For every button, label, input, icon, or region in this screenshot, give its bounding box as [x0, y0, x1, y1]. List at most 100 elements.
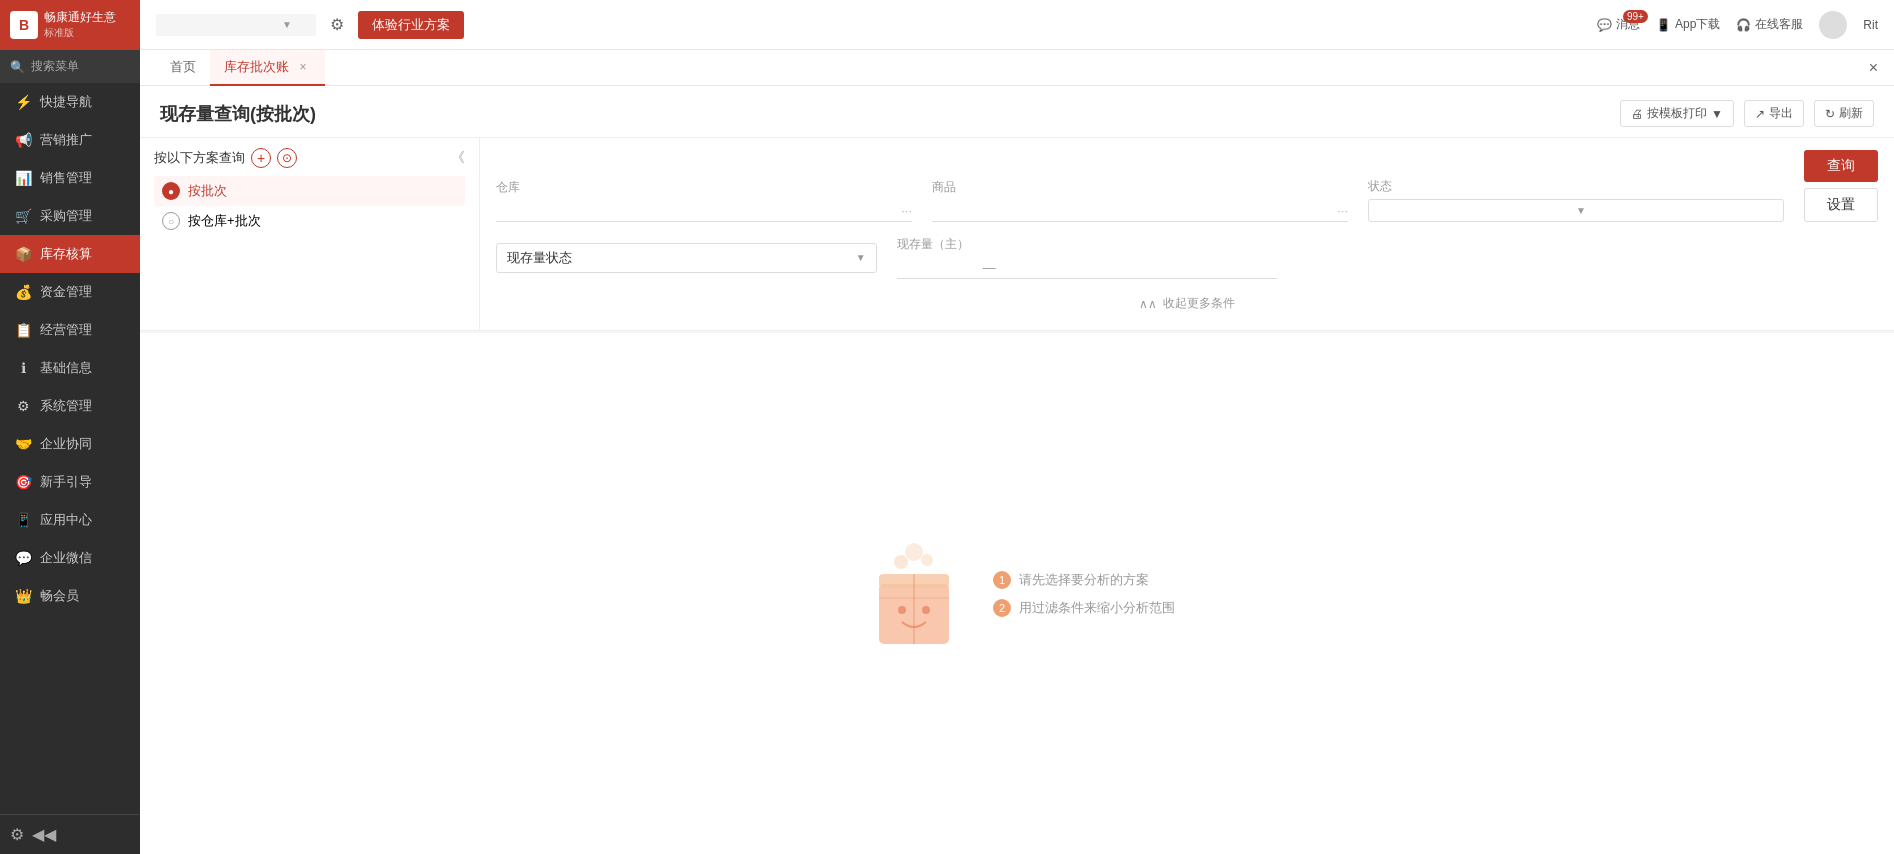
scheme-inactive-icon: ○ [162, 212, 180, 230]
online-service-btn[interactable]: 🎧 在线客服 [1736, 16, 1803, 33]
sidebar-bottom: ⚙ ◀◀ [0, 814, 140, 854]
sidebar-item-purchase[interactable]: 🛒 采购管理 [0, 197, 140, 235]
product-field: 商品 ··· [932, 179, 1348, 222]
app-logo: B [10, 11, 38, 39]
member-icon: 👑 [14, 587, 32, 605]
sidebar-item-member[interactable]: 👑 畅会员 [0, 577, 140, 615]
sidebar-search[interactable]: 🔍 搜索菜单 [0, 50, 140, 83]
status-arrow-icon: ▼ [1576, 205, 1773, 216]
sidebar-item-operations[interactable]: 📋 经营管理 [0, 311, 140, 349]
svg-point-4 [894, 555, 908, 569]
tab-panel-close-btn[interactable]: × [1869, 59, 1878, 77]
inventory-qty-min[interactable] [897, 260, 977, 275]
hint-1-number: 1 [993, 571, 1011, 589]
chevron-up-icon: ∧∧ [1139, 297, 1157, 311]
inventory-status-dropdown[interactable]: 现存量状态 ▼ [496, 243, 877, 273]
topbar-gear-icon[interactable]: ⚙ [330, 15, 344, 34]
refresh-icon: ↻ [1825, 107, 1835, 121]
scheme-by-batch[interactable]: ● 按批次 [154, 176, 465, 206]
inventory-status-field: 现存量状态 ▼ [496, 243, 877, 273]
svg-point-7 [898, 606, 906, 614]
status-label: 状态 [1368, 178, 1784, 195]
message-btn[interactable]: 💬 消息 99+ [1597, 16, 1640, 33]
headset-icon: 🎧 [1736, 18, 1751, 32]
topbar-search-box[interactable]: ▼ [156, 14, 316, 36]
empty-hint-1: 1 请先选择要分析的方案 [993, 571, 1175, 589]
warehouse-field: 仓库 ··· [496, 179, 912, 222]
topbar-chevron-icon[interactable]: ▼ [282, 19, 292, 30]
inventory-qty-field: 现存量（主） — [897, 236, 1278, 279]
inventory-qty-max[interactable] [1002, 260, 1082, 275]
product-input[interactable] [932, 203, 1337, 218]
collapse-more-section: ∧∧ 收起更多条件 [496, 289, 1878, 318]
product-more-btn[interactable]: ··· [1337, 203, 1348, 218]
topbar-search-input[interactable] [166, 18, 276, 32]
sidebar-item-enterprise[interactable]: 🤝 企业协同 [0, 425, 140, 463]
product-input-wrapper[interactable]: ··· [932, 200, 1348, 222]
action-buttons: 查询 设置 [1804, 150, 1878, 222]
inventory-status-value: 现存量状态 [507, 249, 856, 267]
collapse-btn[interactable]: 《 [451, 149, 465, 167]
range-dash: — [983, 260, 996, 275]
scheme-by-warehouse-batch[interactable]: ○ 按仓库+批次 [154, 206, 465, 236]
export-btn[interactable]: ↗ 导出 [1744, 100, 1804, 127]
topbar-right: 💬 消息 99+ 📱 App下载 🎧 在线客服 Rit [1597, 11, 1878, 39]
tab-inventory-batch[interactable]: 库存批次账 × [210, 50, 325, 86]
product-label: 商品 [932, 179, 1348, 196]
settings-btn[interactable]: 设置 [1804, 188, 1878, 222]
scheme-settings-btn[interactable]: ⊙ [277, 148, 297, 168]
sidebar: B 畅康通好生意 标准版 🔍 搜索菜单 ⚡ 快捷导航 📢 营销推广 📊 销售管理… [0, 0, 140, 854]
inventory-status-arrow-icon: ▼ [856, 252, 866, 263]
sidebar-item-basic-info[interactable]: ℹ 基础信息 [0, 349, 140, 387]
status-dropdown[interactable]: ▼ [1368, 199, 1784, 222]
warehouse-input-wrapper[interactable]: ··· [496, 200, 912, 222]
filter-section: 按以下方案查询 + ⊙ 《 ● 按批次 ○ 按仓库+批次 [140, 138, 1894, 331]
system-icon: ⚙ [14, 397, 32, 415]
filter-scheme-panel: 按以下方案查询 + ⊙ 《 ● 按批次 ○ 按仓库+批次 [140, 138, 480, 330]
print-chevron-icon: ▼ [1711, 107, 1723, 121]
page-content: 现存量查询(按批次) 🖨 按模板打印 ▼ ↗ 导出 ↻ 刷新 [140, 86, 1894, 854]
user-avatar[interactable] [1819, 11, 1847, 39]
page-title: 现存量查询(按批次) [160, 102, 316, 126]
query-btn[interactable]: 查询 [1804, 150, 1878, 182]
app-center-icon: 📱 [14, 511, 32, 529]
sidebar-item-wechat[interactable]: 💬 企业微信 [0, 539, 140, 577]
sidebar-item-guide[interactable]: 🎯 新手引导 [0, 463, 140, 501]
add-scheme-btn[interactable]: + [251, 148, 271, 168]
app-download-btn[interactable]: 📱 App下载 [1656, 16, 1720, 33]
sidebar-item-quick-nav[interactable]: ⚡ 快捷导航 [0, 83, 140, 121]
username-label[interactable]: Rit [1863, 18, 1878, 32]
svg-point-8 [922, 606, 930, 614]
collapse-sidebar-icon[interactable]: ◀◀ [32, 825, 56, 844]
warehouse-more-btn[interactable]: ··· [901, 203, 912, 218]
empty-illustration [859, 534, 969, 654]
refresh-btn[interactable]: ↻ 刷新 [1814, 100, 1874, 127]
inventory-qty-range: — [897, 257, 1278, 279]
collapse-more-btn[interactable]: ∧∧ 收起更多条件 [496, 289, 1878, 318]
template-print-btn[interactable]: 🖨 按模板打印 ▼ [1620, 100, 1734, 127]
settings-gear-icon[interactable]: ⚙ [10, 825, 24, 844]
filter-row-2: 现存量状态 ▼ 现存量（主） — [496, 236, 1878, 279]
search-icon: 🔍 [10, 60, 25, 74]
sidebar-menu: ⚡ 快捷导航 📢 营销推广 📊 销售管理 🛒 采购管理 📦 库存核算 💰 资金管… [0, 83, 140, 615]
status-field: 状态 ▼ [1368, 178, 1784, 222]
sidebar-item-marketing[interactable]: 📢 营销推广 [0, 121, 140, 159]
purchase-icon: 🛒 [14, 207, 32, 225]
filter-header: 按以下方案查询 + ⊙ 《 [154, 148, 465, 168]
sidebar-item-sales[interactable]: 📊 销售管理 [0, 159, 140, 197]
sidebar-item-system[interactable]: ⚙ 系统管理 [0, 387, 140, 425]
page-header: 现存量查询(按批次) 🖨 按模板打印 ▼ ↗ 导出 ↻ 刷新 [140, 86, 1894, 138]
tab-home[interactable]: 首页 [156, 50, 210, 86]
warehouse-input[interactable] [496, 203, 901, 218]
scheme-active-icon: ● [162, 182, 180, 200]
sidebar-item-app-center[interactable]: 📱 应用中心 [0, 501, 140, 539]
sidebar-item-finance[interactable]: 💰 资金管理 [0, 273, 140, 311]
hint-2-number: 2 [993, 599, 1011, 617]
sidebar-item-inventory[interactable]: 📦 库存核算 [0, 235, 140, 273]
tabs-bar: 首页 库存批次账 × × [140, 50, 1894, 86]
guide-icon: 🎯 [14, 473, 32, 491]
tab-close-btn[interactable]: × [295, 59, 311, 75]
trial-btn[interactable]: 体验行业方案 [358, 11, 464, 39]
message-badge: 99+ [1623, 10, 1648, 23]
inventory-icon: 📦 [14, 245, 32, 263]
